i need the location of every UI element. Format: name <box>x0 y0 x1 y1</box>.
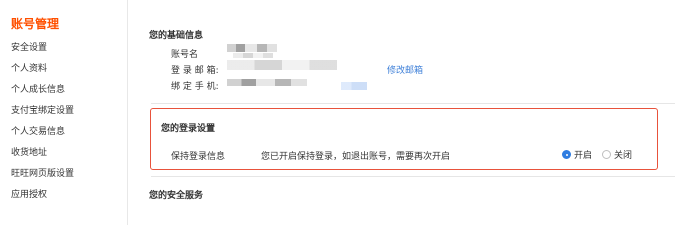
bound-phone-label: 绑 定 手 机: <box>171 82 219 92</box>
radio-enable[interactable]: 开启 <box>562 148 592 161</box>
divider <box>151 176 675 177</box>
security-service-title: 您的安全服务 <box>149 191 204 201</box>
login-settings-title: 您的登录设置 <box>161 124 216 134</box>
sidebar-title: 账号管理 <box>11 17 60 31</box>
keep-login-description: 您已开启保持登录，如退出账号，需要再次开启 <box>261 152 451 162</box>
account-name-label: 账号名 <box>171 50 199 60</box>
sidebar: 账号管理 安全设置 个人资料 个人成长信息 支付宝绑定设置 个人交易信息 收货地… <box>0 0 128 225</box>
account-name-value <box>227 44 277 52</box>
login-settings-section: 您的登录设置 保持登录信息 您已开启保持登录，如退出账号，需要再次开启 开启 关… <box>150 108 658 170</box>
sidebar-item-alipay-binding[interactable]: 支付宝绑定设置 <box>11 103 74 116</box>
sidebar-item-profile[interactable]: 个人资料 <box>11 61 47 74</box>
keep-login-label: 保持登录信息 <box>171 152 226 162</box>
keep-login-radio-group: 开启 关闭 <box>562 148 642 161</box>
radio-enable-label: 开启 <box>574 151 593 161</box>
bound-phone-mask <box>341 82 367 90</box>
sidebar-item-trade-info[interactable]: 个人交易信息 <box>11 124 65 137</box>
radio-unchecked-icon <box>602 150 612 159</box>
sidebar-item-growth-info[interactable]: 个人成长信息 <box>11 82 65 95</box>
radio-disable[interactable]: 关闭 <box>602 148 632 161</box>
login-email-value <box>227 60 337 70</box>
change-email-link[interactable]: 修改邮箱 <box>387 63 423 76</box>
sidebar-item-wangwang-web[interactable]: 旺旺网页版设置 <box>11 166 74 179</box>
bound-phone-value <box>227 79 307 86</box>
radio-disable-label: 关闭 <box>614 151 633 161</box>
account-name-value-extra <box>233 53 273 58</box>
basic-info-title: 您的基础信息 <box>149 31 204 41</box>
sidebar-item-shipping-address[interactable]: 收货地址 <box>11 145 47 158</box>
sidebar-item-security-settings[interactable]: 安全设置 <box>11 40 47 53</box>
divider <box>151 103 675 104</box>
sidebar-item-app-authorization[interactable]: 应用授权 <box>11 187 47 200</box>
login-email-label: 登 录 邮 箱: <box>171 66 219 76</box>
radio-checked-icon <box>562 150 571 159</box>
